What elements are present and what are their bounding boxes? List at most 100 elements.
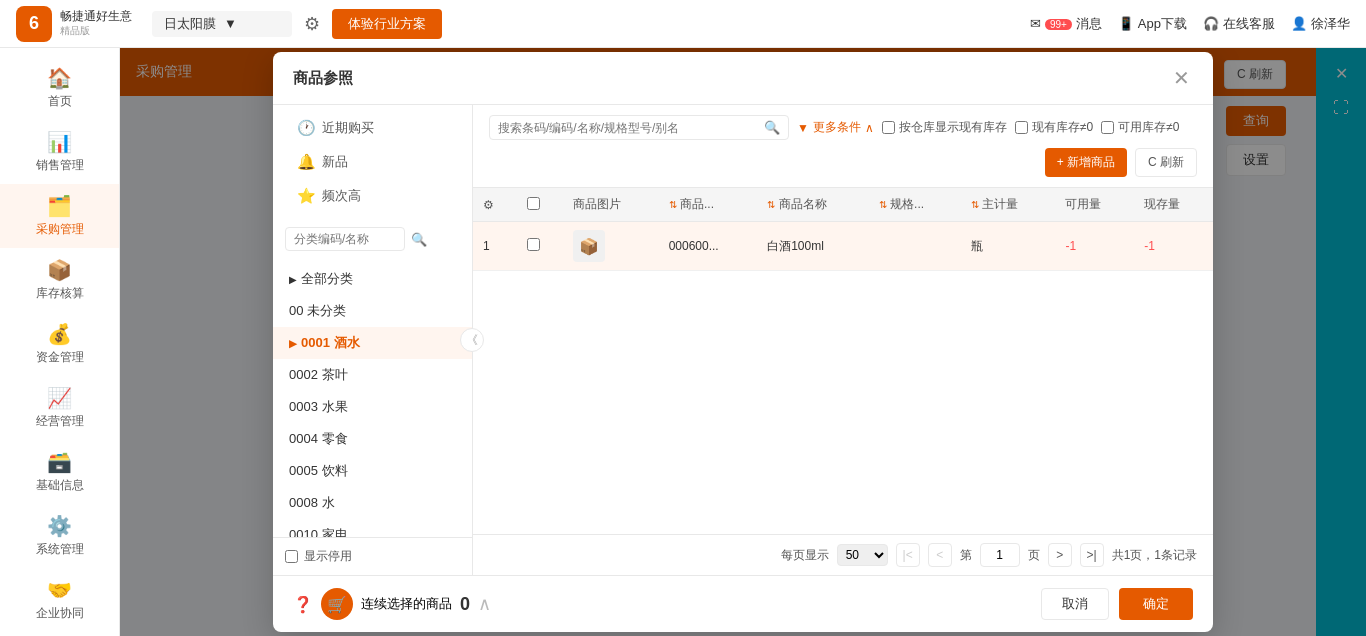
sidebar-item-home[interactable]: 🏠 首页 (0, 56, 119, 120)
th-checkbox[interactable] (517, 188, 563, 222)
main-area: 采购管理 查询 设置 C 刷新 ✕ ⛶ 商品参照 ✕ (120, 48, 1366, 636)
basic-info-icon: 🗃️ (47, 450, 72, 474)
available-stock-checkbox[interactable] (1101, 121, 1114, 134)
sidebar-item-purchase[interactable]: 🗂️ 采购管理 (0, 184, 119, 248)
messages-button[interactable]: ✉ 99+ 消息 (1030, 15, 1102, 33)
refresh-button[interactable]: C 刷新 (1135, 148, 1197, 177)
th-unit[interactable]: ⇅ 主计量 (961, 188, 1056, 222)
row-available-cell: -1 (1055, 222, 1134, 271)
category-search-icon[interactable]: 🔍 (411, 232, 427, 247)
category-label-0004: 0004 零食 (289, 430, 348, 448)
th-name[interactable]: ⇅ 商品名称 (757, 188, 869, 222)
sidebar-item-finance[interactable]: 💰 资金管理 (0, 312, 119, 376)
sidebar-item-sales[interactable]: 📊 销售管理 (0, 120, 119, 184)
settings-icon[interactable]: ⚙ (304, 13, 320, 35)
online-service-button[interactable]: 🎧 在线客服 (1203, 15, 1275, 33)
modal-close-button[interactable]: ✕ (1169, 66, 1193, 90)
system-icon: ⚙️ (47, 514, 72, 538)
category-label-00: 00 未分类 (289, 302, 346, 320)
row-checkbox[interactable] (527, 238, 540, 251)
quick-label-new: 新品 (322, 153, 348, 171)
modal-header: 商品参照 ✕ (273, 52, 1213, 105)
cart-icon[interactable]: 🛒 (321, 588, 353, 620)
clock-icon: 🕐 (297, 119, 316, 137)
sidebar-item-guide[interactable]: 🌟 新手引导 (0, 632, 119, 636)
sales-icon: 📊 (47, 130, 72, 154)
row-checkbox-cell[interactable] (517, 222, 563, 271)
finance-icon: 💰 (47, 322, 72, 346)
available-stock-label: 可用库存≠0 (1118, 119, 1179, 136)
quick-item-recent[interactable]: 🕐 近期购买 (285, 113, 460, 143)
pagination-bar: 每页显示 50 100 |< < 第 页 > >| (473, 534, 1213, 575)
category-beverage[interactable]: 0005 饮料 (273, 455, 472, 487)
category-uncategorized[interactable]: 00 未分类 (273, 295, 472, 327)
current-stock-filter[interactable]: 现有库存≠0 (1015, 119, 1093, 136)
category-tea[interactable]: 0002 茶叶 (273, 359, 472, 391)
product-table: ⚙ 商品图片 ⇅ 商品... (473, 188, 1213, 271)
app-download-button[interactable]: 📱 App下载 (1118, 15, 1187, 33)
category-search-input[interactable] (285, 227, 405, 251)
product-search-input[interactable] (498, 121, 758, 135)
collapse-cart-icon[interactable]: ∧ (478, 593, 491, 615)
show-disabled-section: 显示停用 (273, 537, 472, 575)
sidebar-item-business[interactable]: 📈 经营管理 (0, 376, 119, 440)
page-number-input[interactable] (980, 543, 1020, 567)
home-icon: 🏠 (47, 66, 72, 90)
help-icon[interactable]: ❓ (293, 595, 313, 614)
logo-sub: 精品版 (60, 24, 132, 38)
experience-button[interactable]: 体验行业方案 (332, 9, 442, 39)
headset-icon: 🎧 (1203, 16, 1219, 31)
sidebar-item-system[interactable]: ⚙️ 系统管理 (0, 504, 119, 568)
confirm-button[interactable]: 确定 (1119, 588, 1193, 620)
select-all-checkbox[interactable] (527, 197, 540, 210)
sidebar-item-inventory[interactable]: 📦 库存核算 (0, 248, 119, 312)
arrow-icon-liquor: ▶ (289, 338, 297, 349)
current-stock-checkbox[interactable] (1015, 121, 1028, 134)
store-selector[interactable]: 日太阳膜 ▼ (152, 11, 292, 37)
prev-page-button[interactable]: < (928, 543, 952, 567)
collapse-panel-button[interactable]: 《 (460, 328, 484, 352)
more-filter-button[interactable]: ▼ 更多条件 ∧ (797, 119, 874, 136)
th-settings[interactable]: ⚙ (473, 188, 517, 222)
sidebar-item-basic-info[interactable]: 🗃️ 基础信息 (0, 440, 119, 504)
row-name-cell: 白酒100ml (757, 222, 869, 271)
warehouse-stock-checkbox[interactable] (882, 121, 895, 134)
current-stock-label: 现有库存≠0 (1032, 119, 1093, 136)
quick-label-recent: 近期购买 (322, 119, 374, 137)
warehouse-stock-filter[interactable]: 按仓库显示现有库存 (882, 119, 1007, 136)
th-spec[interactable]: ⇅ 规格... (869, 188, 961, 222)
page-size-select[interactable]: 50 100 (837, 544, 888, 566)
th-code[interactable]: ⇅ 商品... (659, 188, 758, 222)
sidebar-item-enterprise[interactable]: 🤝 企业协同 (0, 568, 119, 632)
last-page-button[interactable]: >| (1080, 543, 1104, 567)
search-icon[interactable]: 🔍 (764, 120, 780, 135)
row-stock-cell: -1 (1134, 222, 1213, 271)
business-icon: 📈 (47, 386, 72, 410)
first-page-button[interactable]: |< (896, 543, 920, 567)
user-avatar[interactable]: 👤 徐泽华 (1291, 15, 1350, 33)
category-appliance[interactable]: 0010 家电 (273, 519, 472, 537)
category-snack[interactable]: 0004 零食 (273, 423, 472, 455)
quick-item-new[interactable]: 🔔 新品 (285, 147, 460, 177)
table-row[interactable]: 1 📦 000600... 白酒100ml 瓶 (473, 222, 1213, 271)
right-panel: 🔍 ▼ 更多条件 ∧ 按仓库显示现有库存 (473, 105, 1213, 575)
add-product-button[interactable]: + 新增商品 (1045, 148, 1127, 177)
category-water[interactable]: 0008 水 (273, 487, 472, 519)
show-disabled-checkbox[interactable] (285, 550, 298, 563)
dropdown-arrow-icon: ▼ (224, 16, 237, 31)
quick-item-frequent[interactable]: ⭐ 频次高 (285, 181, 460, 211)
category-label-0010: 0010 家电 (289, 526, 348, 537)
product-table-container: ⚙ 商品图片 ⇅ 商品... (473, 188, 1213, 534)
row-code-cell: 000600... (659, 222, 758, 271)
modal-footer: ❓ 🛒 连续选择的商品 0 ∧ 取消 确定 (273, 575, 1213, 632)
modal-body: 🕐 近期购买 🔔 新品 ⭐ 频次高 (273, 105, 1213, 575)
category-all[interactable]: ▶ 全部分类 (273, 263, 472, 295)
available-stock-filter[interactable]: 可用库存≠0 (1101, 119, 1179, 136)
avatar-icon: 👤 (1291, 16, 1307, 31)
next-page-button[interactable]: > (1048, 543, 1072, 567)
category-fruit[interactable]: 0003 水果 (273, 391, 472, 423)
total-info: 共1页，1条记录 (1112, 547, 1197, 564)
category-liquor[interactable]: ▶ 0001 酒水 (273, 327, 472, 359)
cancel-button[interactable]: 取消 (1041, 588, 1109, 620)
footer-buttons: 取消 确定 (1041, 588, 1193, 620)
